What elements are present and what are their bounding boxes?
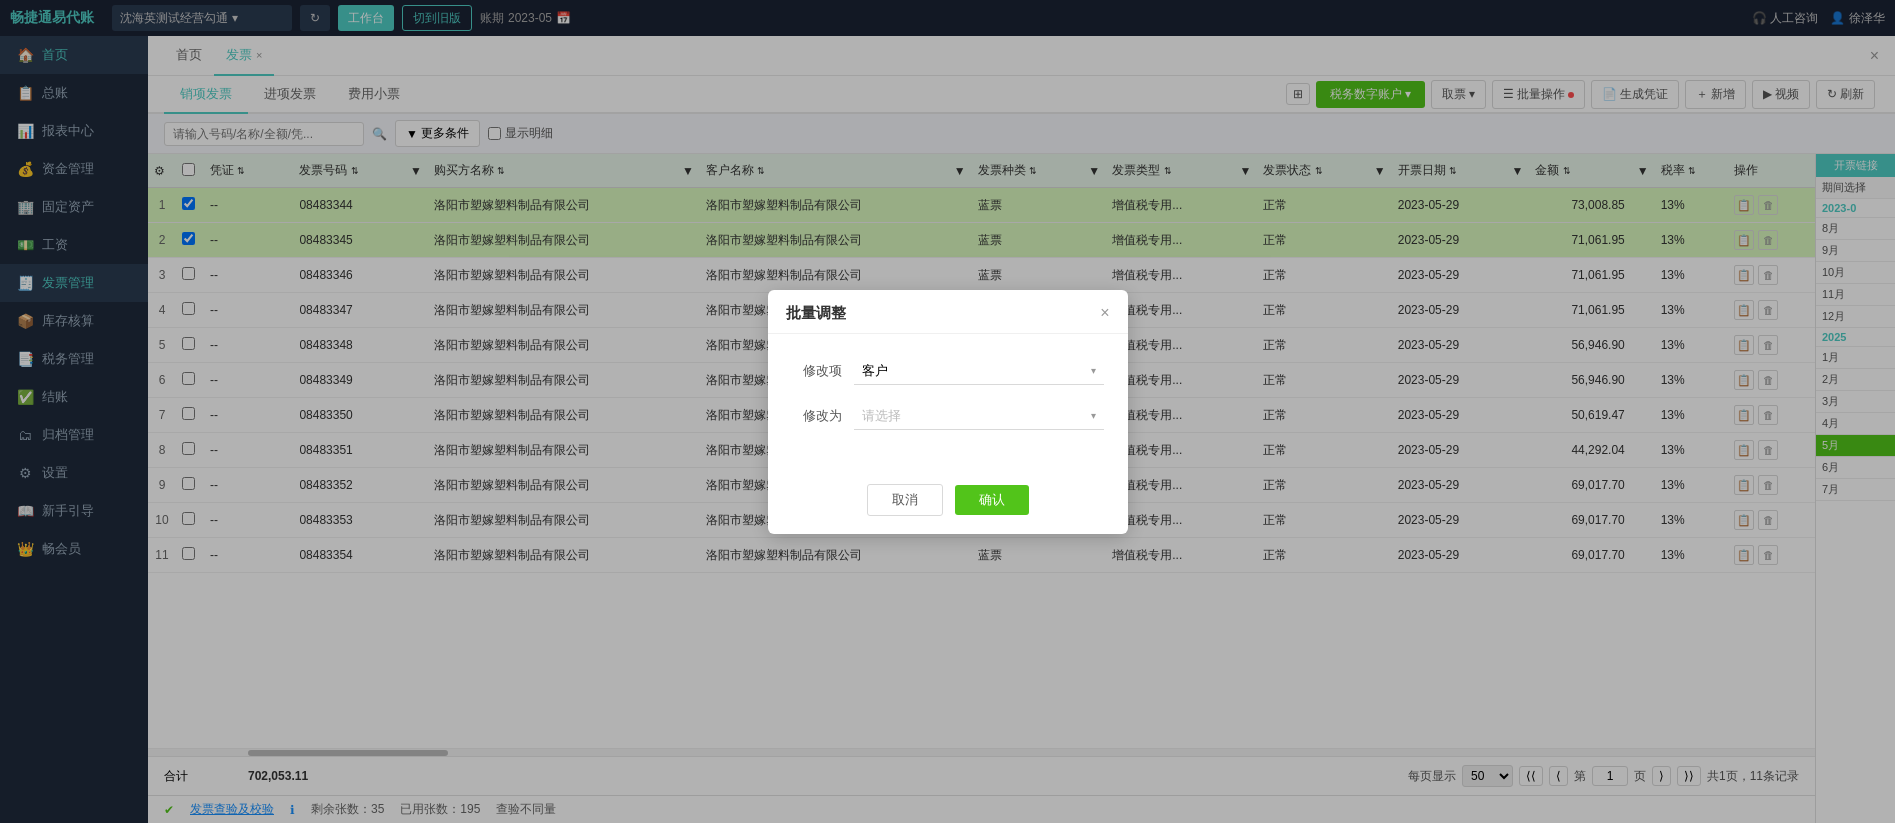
value-row: 修改为 请选择 ▾ — [792, 403, 1104, 430]
batch-adjust-modal: 批量调整 × 修改项 客户 ▾ 修改为 请选择 ▾ 取消 确认 — [768, 290, 1128, 534]
modal-title: 批量调整 — [786, 304, 846, 323]
modal-close-btn[interactable]: × — [1100, 304, 1109, 322]
modal-overlay[interactable]: 批量调整 × 修改项 客户 ▾ 修改为 请选择 ▾ 取消 确认 — [0, 0, 1895, 823]
chevron-down-icon: ▾ — [1091, 410, 1096, 421]
field-label: 修改项 — [792, 362, 842, 380]
confirm-btn[interactable]: 确认 — [955, 485, 1029, 515]
chevron-down-icon: ▾ — [1091, 365, 1096, 376]
modal-header: 批量调整 × — [768, 290, 1128, 334]
value-select[interactable]: 请选择 ▾ — [854, 403, 1104, 430]
field-row: 修改项 客户 ▾ — [792, 358, 1104, 385]
modal-body: 修改项 客户 ▾ 修改为 请选择 ▾ — [768, 334, 1128, 472]
field-select[interactable]: 客户 ▾ — [854, 358, 1104, 385]
cancel-btn[interactable]: 取消 — [867, 484, 943, 516]
value-placeholder: 请选择 — [862, 407, 901, 425]
value-label: 修改为 — [792, 407, 842, 425]
modal-footer: 取消 确认 — [768, 472, 1128, 534]
field-value: 客户 — [862, 362, 888, 380]
